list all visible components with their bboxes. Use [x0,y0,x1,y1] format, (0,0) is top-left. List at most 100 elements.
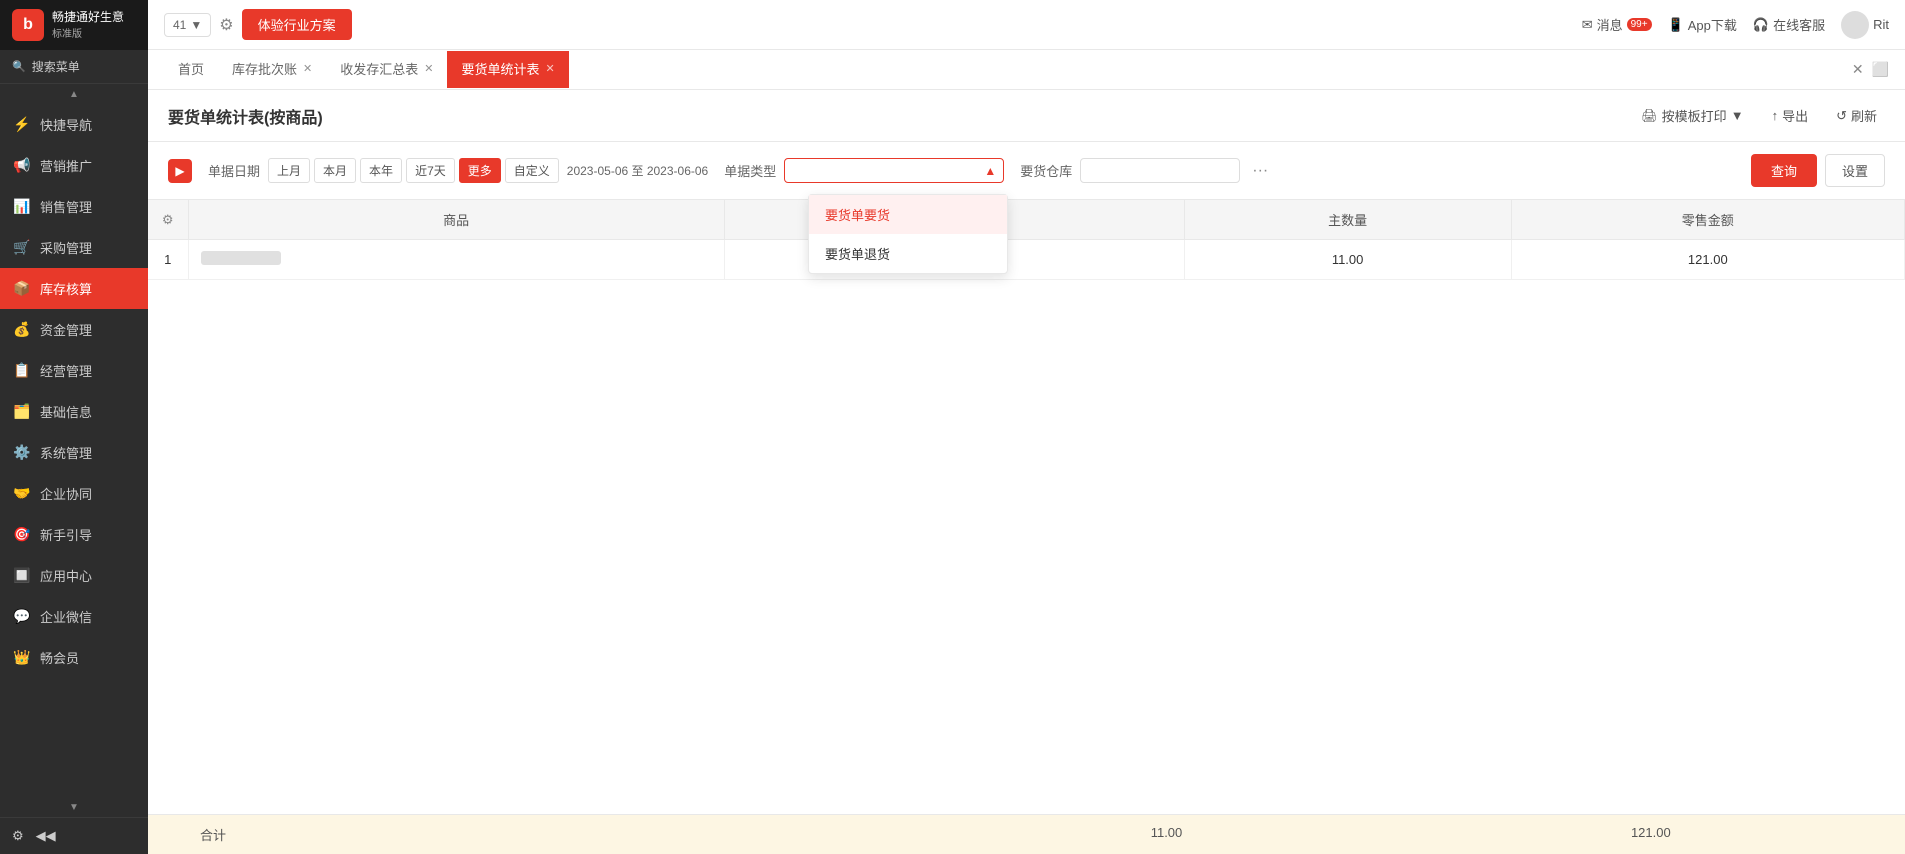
sidebar-icon-sales: 📊 [12,198,32,215]
app-download-button[interactable]: 📱 App下载 [1668,15,1737,34]
sidebar-icon-finance: 💰 [12,321,32,338]
user-name: Rit [1873,17,1889,32]
date-last-month[interactable]: 上月 [268,158,310,183]
sidebar-item-system[interactable]: ⚙️ 系统管理 [0,432,148,473]
tab-close-receipt-summary[interactable]: ✕ [424,62,433,75]
col-amount: 零售金额 [1511,200,1904,240]
date-more[interactable]: 更多 [459,158,501,183]
type-filter-group: 单据类型 ▲ [724,158,1004,183]
sidebar-item-basic-info[interactable]: 🗂️ 基础信息 [0,391,148,432]
cell-product [188,240,724,280]
print-button[interactable]: 🖨 按模板打印 ▼ [1633,102,1751,129]
sidebar-label-purchase: 采购管理 [40,238,136,257]
export-button[interactable]: ↑ 导出 [1764,102,1817,129]
logo: b 畅捷通好生意 标准版 [0,0,148,50]
store-name: 41 [173,18,186,32]
user-button[interactable]: Rit [1841,11,1889,39]
filter-toggle-button[interactable]: ▶ [168,159,192,183]
settings-icon[interactable]: ⚙ [12,828,24,844]
type-filter-input[interactable] [784,158,1004,183]
sidebar-label-enterprise: 企业协同 [40,484,136,503]
messages-button[interactable]: ✉ 消息 99+ [1582,15,1652,34]
search-menu[interactable]: 🔍 搜索菜单 [0,50,148,84]
sidebar-label-quick-nav: 快捷导航 [40,115,136,134]
sidebar-item-quick-nav[interactable]: ⚡ 快捷导航 [0,104,148,145]
col-product: 商品 [188,200,724,240]
type-filter-label: 单据类型 [724,161,776,180]
filter-bar: ▶ 单据日期 上月 本月 本年 近7天 更多 自定义 2023-05-06 至 … [148,142,1905,200]
footer-amount: 121.00 [1409,825,1893,844]
dropdown-item-purchase-return[interactable]: 要货单退货 [809,234,1007,273]
page-title: 要货单统计表(按商品) [168,104,323,128]
sidebar-item-app-center[interactable]: 🔲 应用中心 [0,555,148,596]
tab-order-summary[interactable]: 要货单统计表✕ [447,51,568,88]
dropdown-item-purchase-order[interactable]: 要货单要货 [809,195,1007,234]
tab-close-inventory-batch[interactable]: ✕ [303,62,312,75]
service-label: 在线客服 [1773,15,1825,34]
cell-index: 1 [148,240,188,280]
tab-inventory-batch[interactable]: 库存批次账 ✕ [218,51,326,88]
product-placeholder [201,251,281,265]
sidebar-item-operation[interactable]: 📋 经营管理 [0,350,148,391]
scroll-down[interactable]: ▼ [0,797,148,817]
message-icon: ✉ [1582,17,1593,33]
sidebar-icon-operation: 📋 [12,362,32,379]
sidebar-icon-purchase: 🛒 [12,239,32,256]
sidebar-item-finance[interactable]: 💰 资金管理 [0,309,148,350]
date-custom[interactable]: 自定义 [505,158,559,183]
sidebar-label-sales: 销售管理 [40,197,136,216]
sidebar-item-wechat[interactable]: 💬 企业微信 [0,596,148,637]
tab-label-inventory-batch: 库存批次账 [232,59,297,78]
sidebar-item-marketing[interactable]: 📢 营销推广 [0,145,148,186]
tab-label-receipt-summary: 收发存汇总表 [340,59,418,78]
maximize-icon[interactable]: ⬜ [1872,61,1889,78]
topbar-gear-icon[interactable]: ⚙ [219,15,233,35]
warehouse-filter-input[interactable] [1080,158,1240,183]
col-settings: ⚙ [148,200,188,240]
service-button[interactable]: 🎧 在线客服 [1753,15,1825,34]
tab-receipt-summary[interactable]: 收发存汇总表 ✕ [326,51,447,88]
sidebar-item-sales[interactable]: 📊 销售管理 [0,186,148,227]
tab-home[interactable]: 首页 [164,51,218,88]
sidebar-label-operation: 经营管理 [40,361,136,380]
sidebar-item-enterprise[interactable]: 🤝 企业协同 [0,473,148,514]
date-this-year[interactable]: 本年 [360,158,402,183]
sidebar-item-inventory[interactable]: 📦 库存核算 [0,268,148,309]
tab-close-order-summary[interactable]: ✕ [546,62,555,75]
sidebar-icon-app-center: 🔲 [12,567,32,584]
date-range-display: 2023-05-06 至 2023-06-06 [567,162,708,179]
headset-icon: 🎧 [1753,17,1769,33]
app-label: App下载 [1688,15,1737,34]
export-label: 导出 [1782,106,1808,125]
sidebar-nav: ⚡ 快捷导航 📢 营销推广 📊 销售管理 🛒 采购管理 📦 库存核算 💰 资金管… [0,104,148,797]
settings-button[interactable]: 设置 [1825,154,1885,187]
sidebar-icon-marketing: 📢 [12,157,32,174]
print-icon: 🖨 [1641,108,1658,124]
date-this-month[interactable]: 本月 [314,158,356,183]
date-last-7days[interactable]: 近7天 [406,158,455,183]
close-all-icon[interactable]: ✕ [1852,61,1864,78]
topbar-left: 41 ▼ ⚙ 体验行业方案 [164,9,1582,40]
phone-icon: 📱 [1668,17,1684,33]
trial-button[interactable]: 体验行业方案 [242,9,352,40]
tabs: 首页库存批次账✕收发存汇总表✕要货单统计表✕ ✕ ⬜ [148,50,1905,90]
col-settings-icon[interactable]: ⚙ [162,212,174,227]
store-selector[interactable]: 41 ▼ [164,13,211,37]
type-chevron-icon[interactable]: ▲ [984,164,996,178]
query-button[interactable]: 查询 [1751,154,1817,187]
sidebar-label-inventory: 库存核算 [40,279,136,298]
sidebar-item-purchase[interactable]: 🛒 采购管理 [0,227,148,268]
tab-label-home: 首页 [178,59,204,78]
sidebar-icon-member: 👑 [12,649,32,666]
collapse-icon[interactable]: ◀◀ [36,828,56,844]
more-filters-button[interactable]: ··· [1248,162,1272,180]
sidebar-item-guide[interactable]: 🎯 新手引导 [0,514,148,555]
refresh-button[interactable]: ↺ 刷新 [1828,102,1885,129]
type-input-wrapper: ▲ [784,158,1004,183]
print-chevron-icon: ▼ [1731,108,1744,123]
sidebar-item-member[interactable]: 👑 畅会员 [0,637,148,678]
refresh-icon: ↺ [1836,108,1847,124]
avatar [1841,11,1869,39]
refresh-label: 刷新 [1851,106,1877,125]
scroll-up[interactable]: ▲ [0,84,148,104]
